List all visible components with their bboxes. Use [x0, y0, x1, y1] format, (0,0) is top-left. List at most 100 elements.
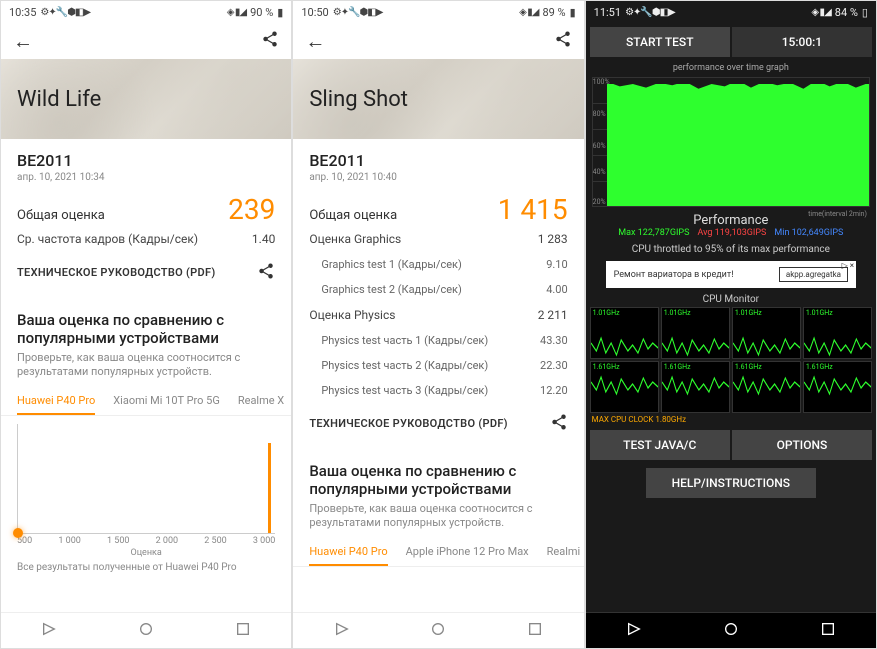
tab-realme[interactable]: Realmi — [547, 539, 581, 566]
metric-row: Physics test часть 3 (Кадры/сек) 12.20 — [309, 378, 567, 403]
start-test-button[interactable]: START TEST — [590, 27, 730, 57]
options-button[interactable]: OPTIONS — [732, 430, 872, 460]
tab-iphone[interactable]: Apple iPhone 12 Pro Max — [406, 539, 529, 566]
help-button[interactable]: HELP/INSTRUCTIONS — [646, 468, 815, 498]
screenshot-wild-life: 10:35⚙✦🔧⬢◧▶ ◈ ▮◢90 %▮ ← Wild Life BE2011… — [0, 0, 292, 649]
cpu-monitor-grid: 1.01GHz1.01GHz1.01GHz1.01GHz1.61GHz1.61G… — [586, 307, 876, 413]
metric-label: Physics test часть 3 (Кадры/сек) — [321, 384, 488, 397]
metric-row: Physics test часть 2 (Кадры/сек)22.30 — [309, 353, 567, 378]
nav-back-icon[interactable] — [334, 621, 350, 641]
footer-note: Все результаты полученные от Huawei P40 … — [1, 558, 291, 577]
perf-max: Max 122,787GIPS — [618, 228, 689, 238]
compare-title: Ваша оценка по сравнению с популярными у… — [293, 450, 583, 502]
benchmark-title: Sling Shot — [309, 87, 408, 112]
perf-avg: Avg 119,103GIPS — [697, 228, 766, 238]
top-bar: ← — [1, 23, 291, 59]
status-battery: 89 % — [542, 6, 565, 19]
cpu-core-graph: 1.01GHz — [732, 307, 801, 359]
benchmark-banner: Sling Shot — [293, 59, 583, 139]
cpu-core-graph: 1.01GHz — [661, 307, 730, 359]
nav-back-icon[interactable] — [41, 621, 57, 641]
compare-subtitle: Проверьте, как ваша оценка соотносится с… — [293, 502, 583, 539]
metric-label: Graphics test 2 (Кадры/сек) — [321, 283, 462, 296]
perf-min: Min 102,649GIPS — [774, 228, 843, 238]
status-bar: 10:35⚙✦🔧⬢◧▶ ◈ ▮◢90 %▮ — [1, 1, 291, 23]
chart-x-label: Оценка — [1, 548, 291, 558]
cpu-core-graph: 1.61GHz — [732, 361, 801, 413]
share-icon[interactable] — [550, 413, 568, 434]
throttle-message: CPU throttled to 95% of its max performa… — [586, 242, 876, 257]
metric-value: 22.30 — [540, 359, 568, 372]
metric-value: 4.00 — [546, 283, 567, 296]
cpu-freq-label: 1.01GHz — [735, 309, 762, 317]
overall-score-label: Общая оценка — [17, 208, 105, 223]
status-bar: 11:51⚙✦🔧⬢◧▶ ◈ ▮◢84 %▯ — [586, 1, 876, 23]
ad-button[interactable]: akpp.agregatka — [779, 267, 848, 282]
nav-recent-icon[interactable] — [235, 621, 251, 641]
metric-value: 1 283 — [538, 232, 568, 246]
test-java-button[interactable]: TEST JAVA/C — [590, 430, 730, 460]
ad-text: Ремонт вариатора в кредит! — [614, 270, 734, 280]
tab-huawei[interactable]: Huawei P40 Pro — [309, 539, 387, 566]
overall-score-value: 239 — [228, 193, 275, 226]
status-icons-right: ◈ ▮◢ — [811, 7, 830, 18]
cpu-freq-label: 1.61GHz — [593, 363, 620, 371]
cpu-core-graph: 1.01GHz — [590, 307, 659, 359]
cpu-freq-label: 1.61GHz — [735, 363, 762, 371]
share-icon[interactable] — [257, 262, 275, 283]
metric-label: Оценка Physics — [309, 308, 395, 322]
nav-recent-icon[interactable] — [820, 621, 836, 641]
chart-bar — [268, 443, 271, 533]
nav-back-icon[interactable] — [626, 621, 642, 641]
chart-x-ticks: 500 1 000 1 500 2 000 2 500 3 000 — [1, 534, 291, 548]
status-time: 10:50 — [301, 6, 328, 19]
metric-row: Graphics test 1 (Кадры/сек) 9.10 — [309, 252, 567, 277]
back-icon[interactable]: ← — [305, 29, 325, 54]
perf-graph-title: performance over time graph — [586, 61, 876, 75]
status-battery: 90 % — [250, 6, 273, 19]
metric-value: 9.10 — [546, 258, 567, 271]
cpu-core-graph: 1.01GHz — [803, 307, 872, 359]
nav-recent-icon[interactable] — [527, 621, 543, 641]
run-timestamp: апр. 10, 2021 10:40 — [309, 172, 567, 183]
metric-label: Physics test часть 1 (Кадры/сек) — [321, 334, 488, 347]
compare-subtitle: Проверьте, как ваша оценка соотносится с… — [1, 351, 291, 388]
benchmark-banner: Wild Life — [1, 59, 291, 139]
status-bar: 10:50⚙✦🔧⬢◧▶ ◈ ▮◢89 %▮ — [293, 1, 583, 23]
fps-label: Ср. частота кадров (Кадры/сек) — [17, 232, 198, 246]
battery-icon: ▯ — [862, 6, 868, 19]
nav-home-icon[interactable] — [723, 621, 739, 641]
pdf-link[interactable]: ТЕХНИЧЕСКОЕ РУКОВОДСТВО (PDF) — [309, 417, 508, 430]
performance-graph: 100% 80% 60% 40% 20% time(interval 2min) — [592, 77, 870, 207]
pdf-link[interactable]: ТЕХНИЧЕСКОЕ РУКОВОДСТВО (PDF) — [17, 266, 216, 279]
status-icons-right: ◈ ▮◢ — [519, 7, 538, 18]
status-icons-left: ⚙✦🔧⬢◧▶ — [40, 7, 90, 18]
status-time: 11:51 — [594, 6, 621, 19]
metric-label: Graphics test 1 (Кадры/сек) — [321, 258, 462, 271]
device-name: BE2011 — [309, 151, 567, 170]
timer-display: 15:00:1 — [732, 27, 872, 57]
metric-value: 12.20 — [540, 384, 568, 397]
nav-home-icon[interactable] — [430, 621, 446, 641]
share-icon[interactable] — [261, 30, 279, 52]
top-bar: ← — [293, 23, 583, 59]
fps-value: 1.40 — [252, 232, 275, 246]
status-icons-left: ⚙✦🔧⬢◧▶ — [333, 7, 383, 18]
benchmark-title: Wild Life — [17, 87, 101, 112]
metric-row: Оценка Physics2 211 — [309, 302, 567, 328]
nav-home-icon[interactable] — [138, 621, 154, 641]
share-icon[interactable] — [554, 30, 572, 52]
time-axis-label: time(interval 2min) — [808, 210, 867, 218]
tab-realme[interactable]: Realme X — [238, 388, 284, 415]
status-icons-right: ◈ ▮◢ — [227, 7, 246, 18]
run-timestamp: апр. 10, 2021 10:34 — [17, 172, 275, 183]
back-icon[interactable]: ← — [13, 29, 33, 54]
cpu-freq-label: 1.61GHz — [664, 363, 691, 371]
ad-banner[interactable]: Ремонт вариатора в кредит! akpp.agregatk… — [606, 261, 856, 288]
cpu-core-graph: 1.61GHz — [590, 361, 659, 413]
cpu-core-graph: 1.61GHz — [661, 361, 730, 413]
comparison-chart — [17, 424, 275, 534]
tab-huawei[interactable]: Huawei P40 Pro — [17, 388, 95, 415]
tab-xiaomi[interactable]: Xiaomi Mi 10T Pro 5G — [113, 388, 220, 415]
ad-close-icon[interactable]: ▷ × — [842, 261, 854, 270]
